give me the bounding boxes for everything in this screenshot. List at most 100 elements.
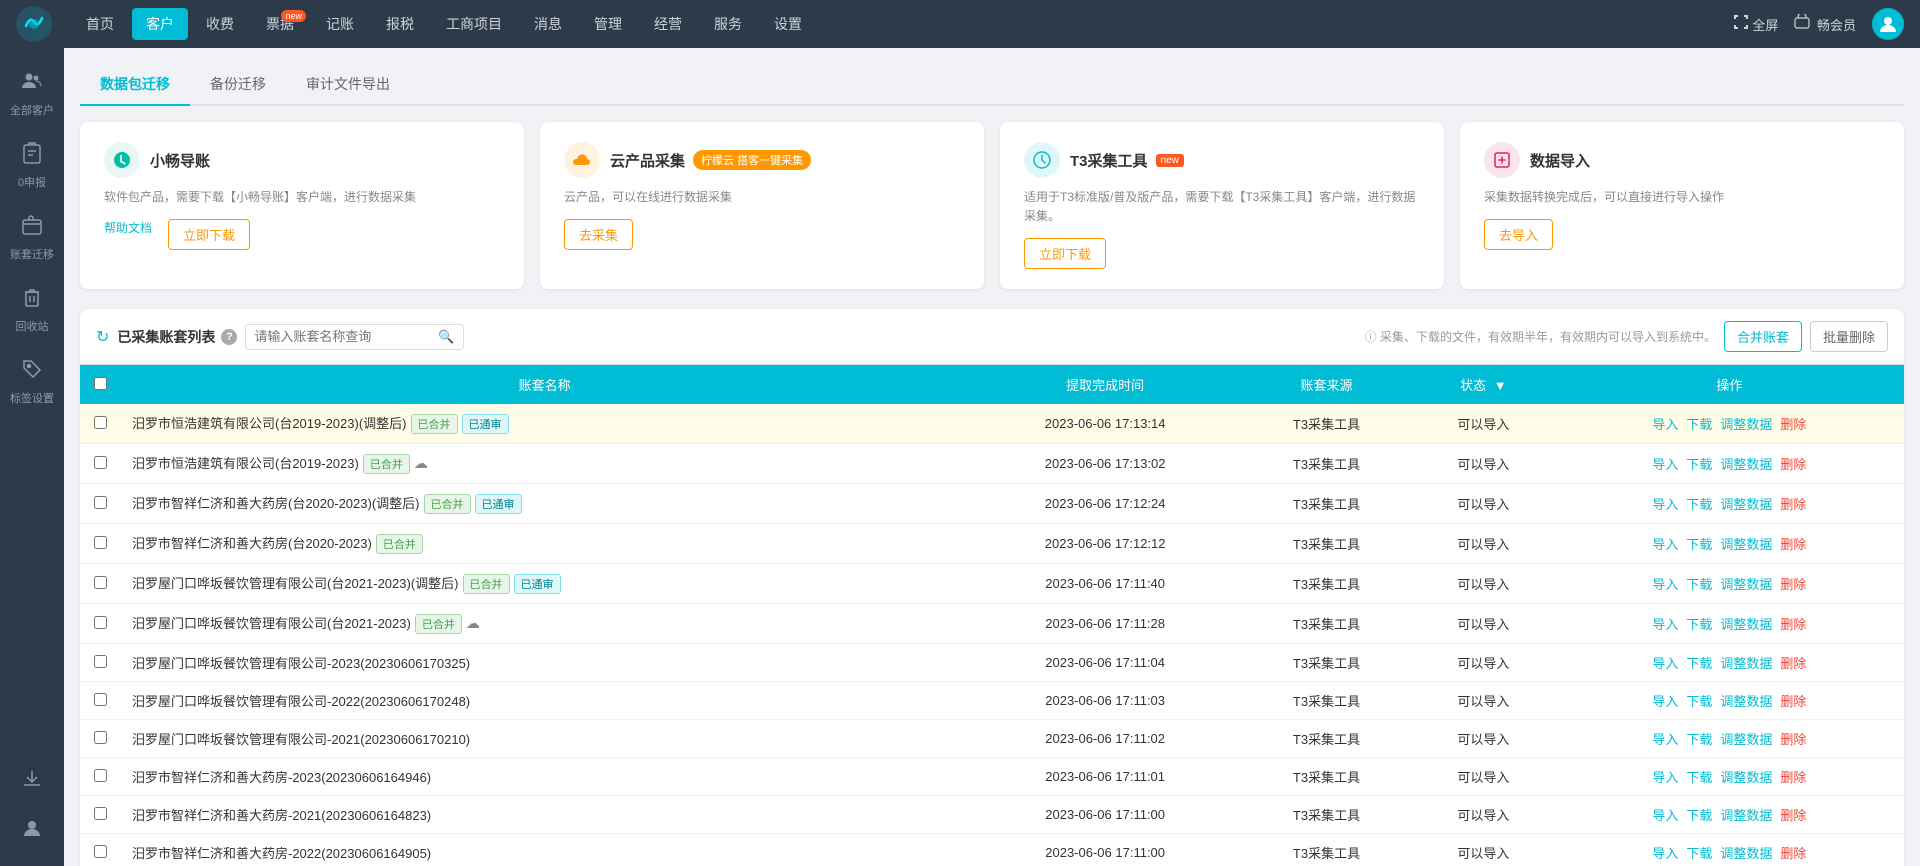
action-调整数据[interactable]: 调整数据 [1720, 770, 1772, 785]
action-导入[interactable]: 导入 [1652, 417, 1678, 432]
nav-manage[interactable]: 管理 [580, 8, 636, 40]
action-导入[interactable]: 导入 [1652, 537, 1678, 552]
action-下载[interactable]: 下载 [1686, 656, 1712, 671]
row-checkbox[interactable] [94, 693, 107, 706]
action-删除[interactable]: 删除 [1780, 770, 1806, 785]
action-删除[interactable]: 删除 [1780, 497, 1806, 512]
member-btn[interactable]: 畅会员 [1794, 14, 1856, 34]
nav-operation[interactable]: 经营 [640, 8, 696, 40]
sidebar-item-all-clients[interactable]: 全部客户 [0, 58, 64, 130]
action-导入[interactable]: 导入 [1652, 770, 1678, 785]
action-下载[interactable]: 下载 [1686, 770, 1712, 785]
sidebar-item-recycle[interactable]: 回收站 [0, 274, 64, 346]
action-导入[interactable]: 导入 [1652, 457, 1678, 472]
sidebar-item-account-migrate[interactable]: 账套迁移 [0, 202, 64, 274]
action-下载[interactable]: 下载 [1686, 808, 1712, 823]
action-下载[interactable]: 下载 [1686, 617, 1712, 632]
row-checkbox[interactable] [94, 416, 107, 429]
action-下载[interactable]: 下载 [1686, 732, 1712, 747]
tab-data-migrate[interactable]: 数据包迁移 [80, 64, 190, 106]
action-导入[interactable]: 导入 [1652, 617, 1678, 632]
action-导入[interactable]: 导入 [1652, 656, 1678, 671]
sidebar-item-user[interactable] [14, 806, 50, 856]
row-checkbox[interactable] [94, 845, 107, 858]
action-调整数据[interactable]: 调整数据 [1720, 694, 1772, 709]
tab-audit-export[interactable]: 审计文件导出 [286, 64, 410, 106]
search-input[interactable] [254, 329, 434, 344]
collect-btn-2[interactable]: 去采集 [564, 219, 633, 250]
nav-service[interactable]: 服务 [700, 8, 756, 40]
search-icon[interactable]: 🔍 [438, 329, 454, 345]
action-下载[interactable]: 下载 [1686, 497, 1712, 512]
row-checkbox[interactable] [94, 769, 107, 782]
action-导入[interactable]: 导入 [1652, 808, 1678, 823]
nav-home[interactable]: 首页 [72, 8, 128, 40]
action-调整数据[interactable]: 调整数据 [1720, 537, 1772, 552]
action-下载[interactable]: 下载 [1686, 537, 1712, 552]
nav-tax[interactable]: 报税 [372, 8, 428, 40]
action-删除[interactable]: 删除 [1780, 846, 1806, 861]
action-删除[interactable]: 删除 [1780, 417, 1806, 432]
action-调整数据[interactable]: 调整数据 [1720, 497, 1772, 512]
action-导入[interactable]: 导入 [1652, 694, 1678, 709]
action-删除[interactable]: 删除 [1780, 617, 1806, 632]
row-checkbox[interactable] [94, 496, 107, 509]
row-checkbox[interactable] [94, 616, 107, 629]
row-checkbox[interactable] [94, 655, 107, 668]
action-导入[interactable]: 导入 [1652, 846, 1678, 861]
action-调整数据[interactable]: 调整数据 [1720, 457, 1772, 472]
download-btn-3[interactable]: 立即下载 [1024, 238, 1106, 269]
row-checkbox[interactable] [94, 456, 107, 469]
logo[interactable] [16, 6, 52, 42]
nav-fee[interactable]: 收费 [192, 8, 248, 40]
nav-client[interactable]: 客户 [132, 8, 188, 40]
refresh-icon[interactable]: ↻ [96, 327, 109, 347]
user-avatar[interactable] [1872, 8, 1904, 40]
action-删除[interactable]: 删除 [1780, 577, 1806, 592]
import-btn-4[interactable]: 去导入 [1484, 219, 1553, 250]
nav-message[interactable]: 消息 [520, 8, 576, 40]
sidebar-item-download[interactable] [14, 756, 50, 806]
fullscreen-btn[interactable]: 全屏 [1733, 14, 1779, 34]
action-导入[interactable]: 导入 [1652, 577, 1678, 592]
download-btn-1[interactable]: 立即下载 [168, 219, 250, 250]
cloud-icon[interactable]: ☁ [466, 615, 480, 631]
col-status[interactable]: 状态 ▼ [1412, 365, 1555, 404]
row-checkbox[interactable] [94, 576, 107, 589]
nav-setting[interactable]: 设置 [760, 8, 816, 40]
action-下载[interactable]: 下载 [1686, 694, 1712, 709]
action-删除[interactable]: 删除 [1780, 732, 1806, 747]
batch-delete-btn[interactable]: 批量删除 [1810, 321, 1888, 352]
action-删除[interactable]: 删除 [1780, 537, 1806, 552]
nav-bill[interactable]: 票据 new [252, 8, 308, 40]
action-删除[interactable]: 删除 [1780, 656, 1806, 671]
action-调整数据[interactable]: 调整数据 [1720, 417, 1772, 432]
sidebar-item-tag-setting[interactable]: 标签设置 [0, 346, 64, 418]
nav-industry[interactable]: 工商项目 [432, 8, 516, 40]
help-link-1[interactable]: 帮助文档 [104, 219, 152, 250]
action-调整数据[interactable]: 调整数据 [1720, 656, 1772, 671]
action-删除[interactable]: 删除 [1780, 694, 1806, 709]
action-删除[interactable]: 删除 [1780, 808, 1806, 823]
action-调整数据[interactable]: 调整数据 [1720, 617, 1772, 632]
tab-backup-migrate[interactable]: 备份迁移 [190, 64, 286, 106]
action-调整数据[interactable]: 调整数据 [1720, 808, 1772, 823]
help-icon[interactable]: ? [221, 329, 237, 345]
action-导入[interactable]: 导入 [1652, 732, 1678, 747]
action-下载[interactable]: 下载 [1686, 417, 1712, 432]
action-调整数据[interactable]: 调整数据 [1720, 846, 1772, 861]
action-下载[interactable]: 下载 [1686, 846, 1712, 861]
nav-bookkeep[interactable]: 记账 [312, 8, 368, 40]
action-调整数据[interactable]: 调整数据 [1720, 732, 1772, 747]
row-checkbox[interactable] [94, 731, 107, 744]
action-下载[interactable]: 下载 [1686, 457, 1712, 472]
action-下载[interactable]: 下载 [1686, 577, 1712, 592]
sidebar-item-zero-declare[interactable]: 0申报 [0, 130, 64, 202]
action-导入[interactable]: 导入 [1652, 497, 1678, 512]
merge-btn[interactable]: 合并账套 [1724, 321, 1802, 352]
row-checkbox[interactable] [94, 807, 107, 820]
row-checkbox[interactable] [94, 536, 107, 549]
cloud-icon[interactable]: ☁ [414, 455, 428, 471]
action-删除[interactable]: 删除 [1780, 457, 1806, 472]
select-all-checkbox[interactable] [94, 377, 107, 390]
